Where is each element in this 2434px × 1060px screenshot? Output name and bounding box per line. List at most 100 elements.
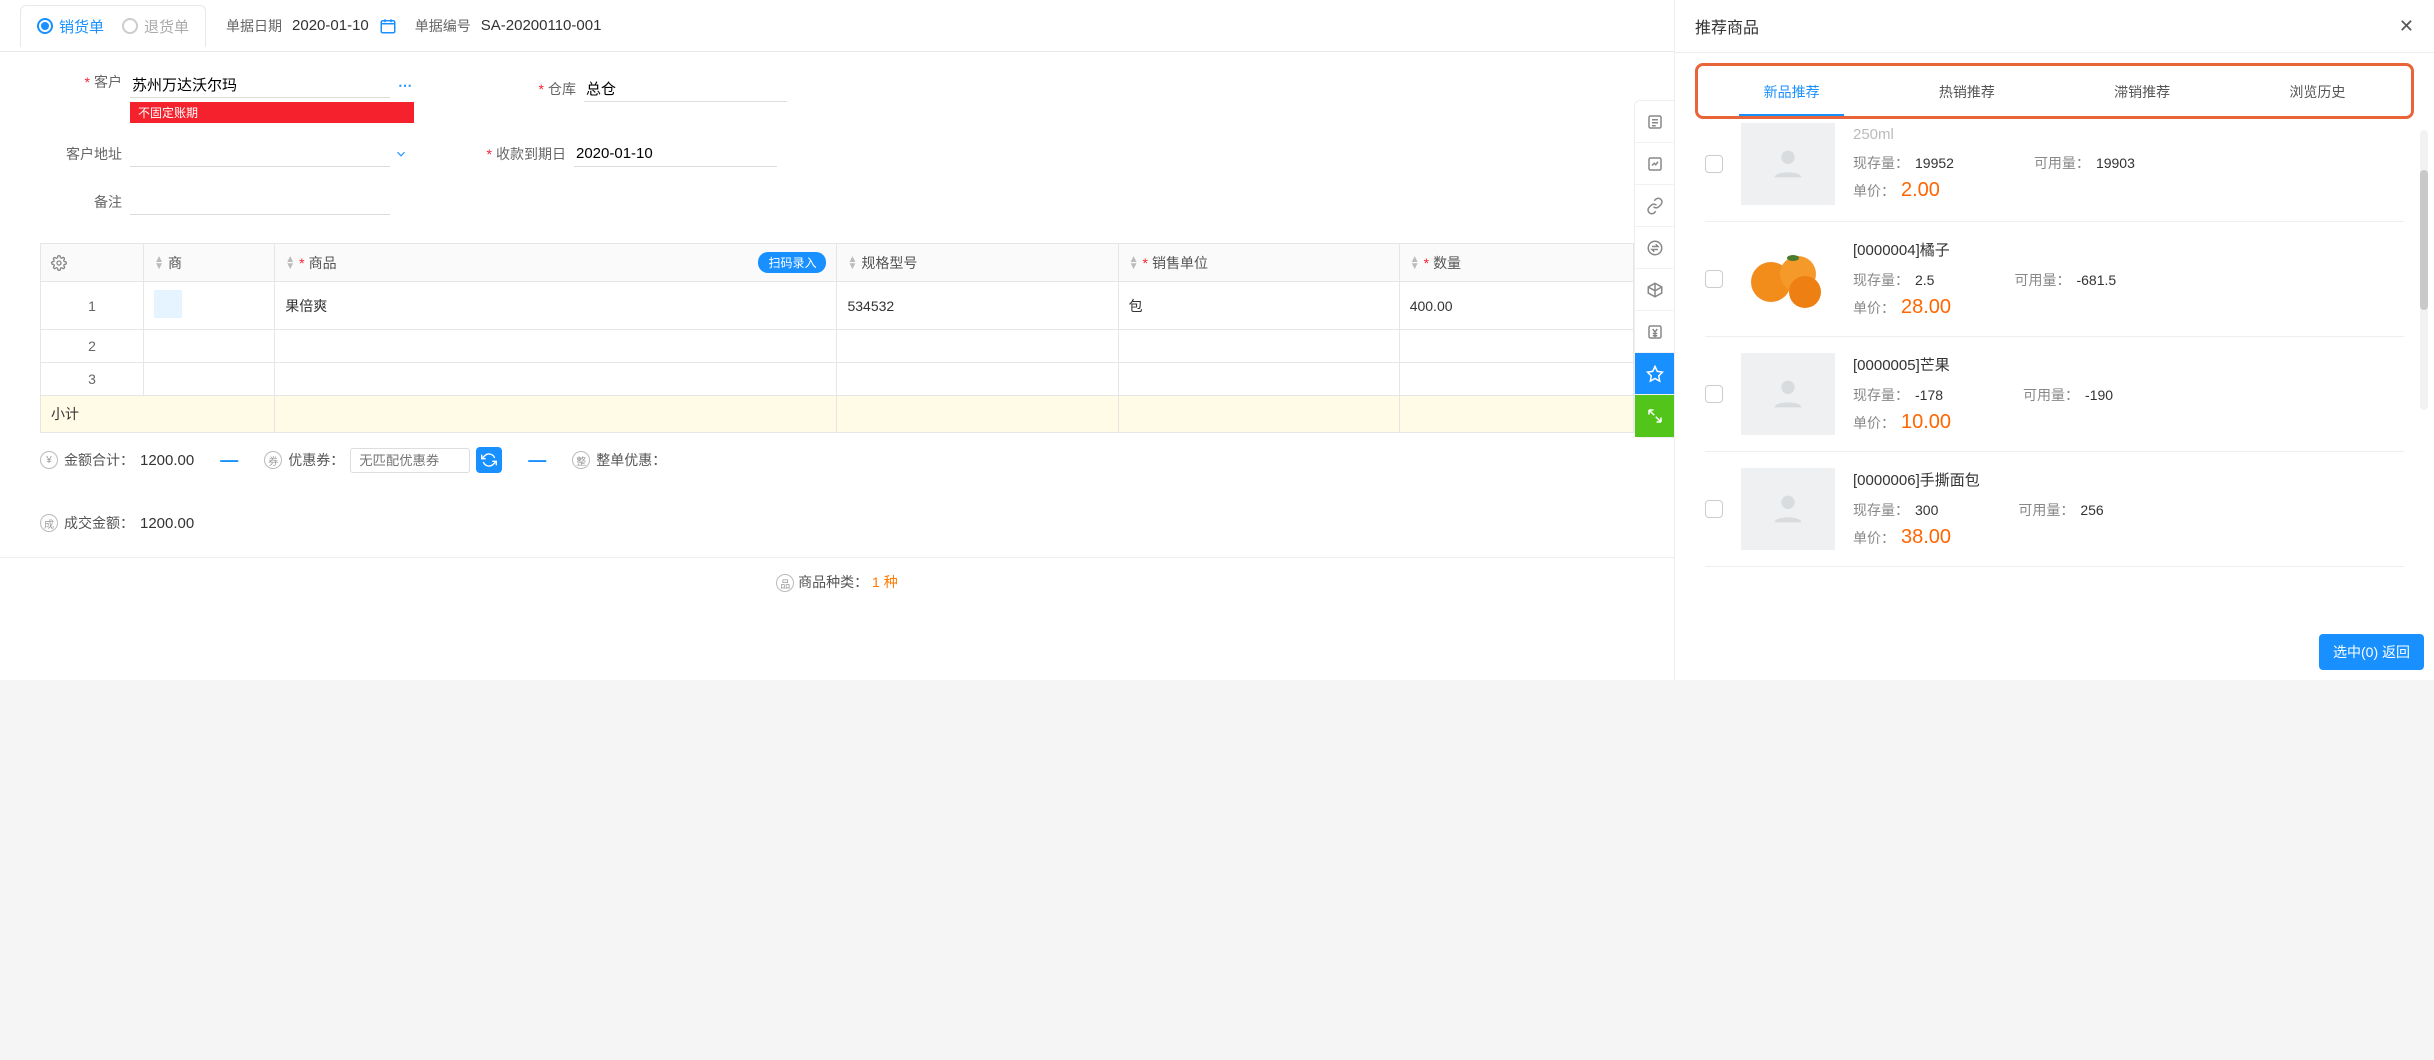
panel-title: 推荐商品 (1695, 14, 1759, 38)
coupon-icon: 券 (264, 451, 282, 469)
list-item: [0000006]手撕面包 现存量：300 可用量：256 单价：38.00 (1705, 452, 2404, 567)
toolbar-link-icon[interactable] (1635, 185, 1675, 227)
toolbar-chart-icon[interactable] (1635, 143, 1675, 185)
kind-icon: 品 (776, 574, 794, 592)
col-product[interactable]: ▲▼商品扫码录入 (275, 244, 837, 282)
chevron-down-icon[interactable] (394, 147, 408, 161)
product-image (1741, 353, 1835, 435)
list-item: 250ml 现存量：19952 可用量：19903 单价：2.00 (1705, 123, 2404, 222)
warehouse-label: 仓库 (494, 79, 584, 99)
product-image (1741, 123, 1835, 205)
item-checkbox[interactable] (1705, 270, 1723, 288)
totals-area: ¥ 金额合计： 1200.00 — 券 优惠券： — 整 整单优惠： 成 (0, 433, 1674, 547)
recommend-tabs: 新品推荐 热销推荐 滞销推荐 浏览历史 (1695, 63, 2414, 119)
calendar-icon[interactable] (379, 17, 397, 35)
bottom-info: 品 商品种类： 1 种 (0, 557, 1674, 592)
recommend-list[interactable]: 250ml 现存量：19952 可用量：19903 单价：2.00 [00000… (1675, 123, 2434, 593)
col-spec[interactable]: ▲▼规格型号 (837, 244, 1118, 282)
discount-icon: 整 (572, 451, 590, 469)
coupon-label: 优惠券： (288, 450, 344, 470)
col-qty[interactable]: ▲▼数量 (1399, 244, 1633, 282)
item-stock: 300 (1915, 502, 1938, 518)
item-stock: 19952 (1915, 155, 1954, 171)
doc-num-value: SA-20200110-001 (481, 17, 602, 34)
doc-date-value[interactable]: 2020-01-10 (292, 17, 369, 34)
due-date-label: 收款到期日 (464, 144, 574, 164)
item-name: 250ml (1853, 126, 2404, 143)
cell-product[interactable]: 果倍爽 (275, 282, 837, 330)
tab-hot[interactable]: 热销推荐 (1879, 72, 2054, 116)
item-checkbox[interactable] (1705, 500, 1723, 518)
doc-meta: 单据日期 2020-01-10 单据编号 SA-20200110-001 (218, 16, 601, 36)
list-item: [0000005]芒果 现存量：-178 可用量：-190 单价：10.00 (1705, 337, 2404, 452)
radio-label: 退货单 (144, 16, 189, 37)
item-checkbox[interactable] (1705, 385, 1723, 403)
doc-date-label: 单据日期 (226, 16, 282, 36)
refresh-button[interactable] (476, 447, 502, 473)
item-price: 10.00 (1901, 411, 1951, 433)
item-price: 38.00 (1901, 526, 1951, 548)
customer-input[interactable] (130, 72, 390, 98)
scan-button[interactable]: 扫码录入 (758, 252, 826, 273)
cell-unit[interactable]: 包 (1118, 282, 1399, 330)
minus-icon: — (528, 450, 546, 471)
kind-label: 商品种类： (798, 574, 868, 590)
due-date-input[interactable] (574, 141, 777, 167)
table-row[interactable]: 2 (41, 330, 1634, 363)
items-table-wrap: ▲▼商 ▲▼商品扫码录入 ▲▼规格型号 ▲▼销售单位 ▲▼数量 1 果倍爽 53… (0, 243, 1674, 433)
customer-label: 客户 (40, 72, 130, 92)
address-label: 客户地址 (40, 144, 130, 164)
table-row[interactable]: 1 果倍爽 534532 包 400.00 (41, 282, 1634, 330)
toolbar-star-icon[interactable] (1635, 353, 1675, 395)
deal-amount-value: 1200.00 (140, 515, 194, 532)
tab-history[interactable]: 浏览历史 (2230, 72, 2405, 116)
toolbar-list-icon[interactable] (1635, 101, 1675, 143)
more-icon[interactable]: ⋯ (398, 77, 414, 94)
radio-label: 销货单 (59, 16, 104, 37)
item-name: [0000006]手撕面包 (1853, 469, 2404, 490)
toolbar-yen-icon[interactable] (1635, 311, 1675, 353)
cell-spec[interactable]: 534532 (837, 282, 1118, 330)
doc-num-label: 单据编号 (415, 16, 471, 36)
radio-icon (122, 18, 138, 34)
toolbar-box-icon[interactable] (1635, 269, 1675, 311)
coupon-input[interactable] (350, 448, 470, 473)
item-avail: 19903 (2096, 155, 2135, 171)
item-avail: 256 (2080, 502, 2103, 518)
remark-label: 备注 (40, 192, 130, 212)
order-type-radio-group: 销货单 退货单 (20, 5, 206, 47)
amount-total-value: 1200.00 (140, 452, 194, 469)
item-avail: -190 (2085, 387, 2113, 403)
radio-sales-order[interactable]: 销货单 (37, 16, 104, 37)
form-area: 客户 ⋯ 不固定账期 仓库 客户地址 (0, 52, 1674, 243)
radio-return-order[interactable]: 退货单 (122, 16, 189, 37)
tab-slow[interactable]: 滞销推荐 (2055, 72, 2230, 116)
minus-icon: — (220, 450, 238, 471)
select-return-button[interactable]: 选中(0) 返回 (2319, 634, 2424, 670)
warehouse-input[interactable] (584, 76, 787, 102)
col-thumb[interactable]: ▲▼商 (144, 244, 275, 282)
list-item: [0000004]橘子 现存量：2.5 可用量：-681.5 单价：28.00 (1705, 222, 2404, 337)
tab-new[interactable]: 新品推荐 (1704, 72, 1879, 116)
subtotal-row: 小计 (41, 396, 1634, 433)
toolbar-expand-icon[interactable] (1635, 395, 1675, 437)
item-price: 2.00 (1901, 179, 1940, 201)
address-input[interactable] (130, 141, 390, 167)
cell-qty[interactable]: 400.00 (1399, 282, 1633, 330)
side-toolbar (1634, 100, 1674, 438)
item-price: 28.00 (1901, 296, 1951, 318)
deal-icon: 成 (40, 514, 58, 532)
toolbar-swap-icon[interactable] (1635, 227, 1675, 269)
item-stock: -178 (1915, 387, 1943, 403)
table-row[interactable]: 3 (41, 363, 1634, 396)
remark-input[interactable] (130, 189, 390, 215)
item-checkbox[interactable] (1705, 155, 1723, 173)
scrollbar[interactable] (2420, 130, 2428, 410)
close-icon[interactable]: ✕ (2399, 16, 2414, 37)
item-name: [0000004]橘子 (1853, 239, 2404, 260)
product-thumb (154, 290, 182, 318)
top-bar: 销货单 退货单 单据日期 2020-01-10 单据编号 SA-20200110… (0, 0, 1674, 52)
gear-header[interactable] (41, 244, 144, 282)
col-unit[interactable]: ▲▼销售单位 (1118, 244, 1399, 282)
items-table: ▲▼商 ▲▼商品扫码录入 ▲▼规格型号 ▲▼销售单位 ▲▼数量 1 果倍爽 53… (40, 243, 1634, 433)
